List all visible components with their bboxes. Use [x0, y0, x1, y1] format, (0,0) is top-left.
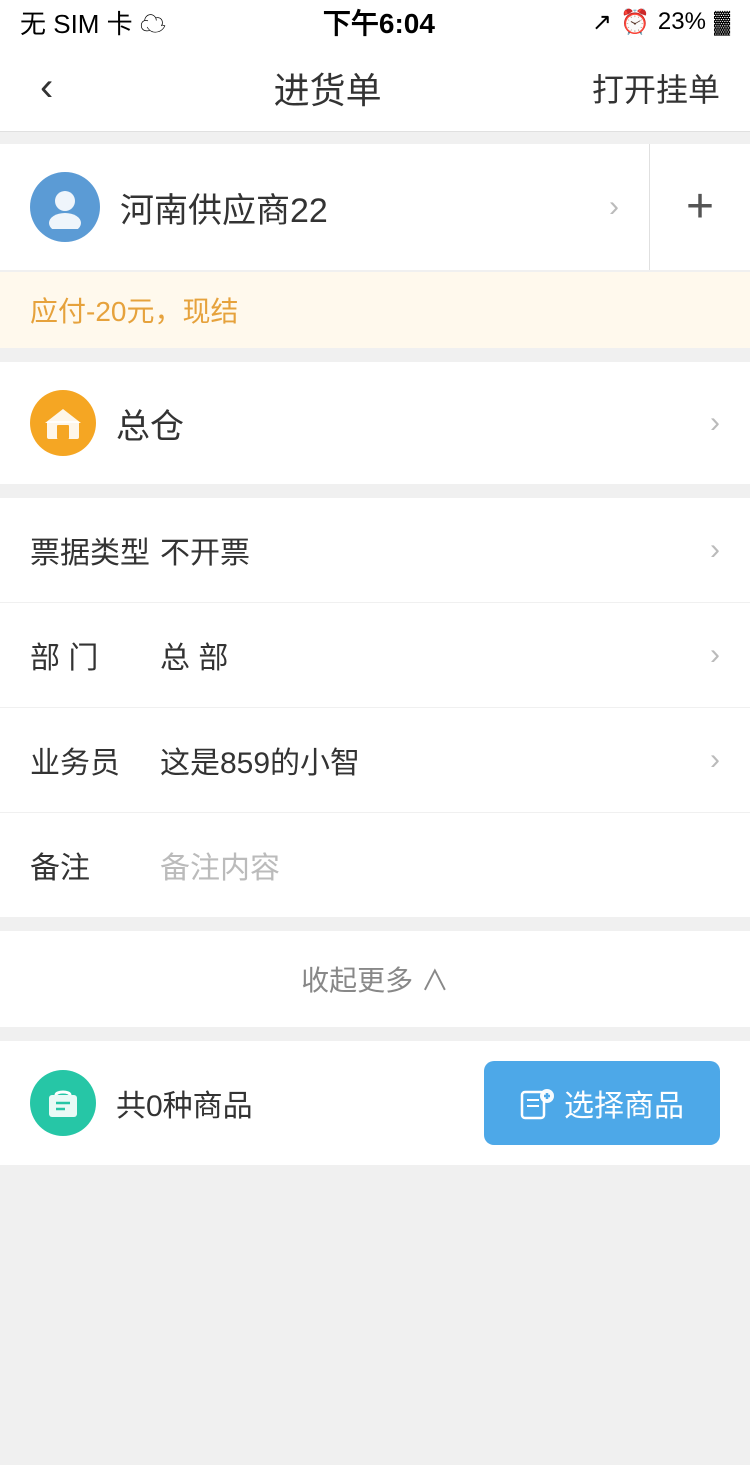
product-count-text: 共0种商品 [116, 1081, 464, 1125]
status-time: 下午6:04 [323, 2, 435, 42]
battery-text: 23% [658, 8, 706, 36]
bottom-bar: 共0种商品 选择商品 [0, 1041, 750, 1165]
battery-icon: ▓ [714, 9, 730, 35]
content-area: 河南供应商22 › + 应付-20元，现结 总仓 › 票据类型 不开票 › [0, 132, 750, 1465]
supplier-section: 河南供应商22 › + [0, 144, 750, 270]
supplier-avatar [30, 172, 100, 242]
select-product-button[interactable]: 选择商品 [484, 1061, 720, 1145]
department-value: 总 部 [150, 633, 700, 677]
form-section: 票据类型 不开票 › 部 门 总 部 › 业务员 这是859的小智 › 备注 备… [0, 498, 750, 917]
page-title: 进货单 [274, 62, 382, 114]
status-left: 无 SIM 卡 ☁ [20, 4, 166, 41]
status-bar: 无 SIM 卡 ☁ 下午6:04 ↗ ⏰ 23% ▓ [0, 0, 750, 44]
invoice-type-value: 不开票 [150, 528, 700, 572]
department-label: 部 门 [30, 633, 150, 677]
supplier-add-button[interactable]: + [650, 155, 750, 259]
location-icon: ↗ [592, 8, 612, 37]
gray-fill-area [0, 1165, 750, 1465]
add-icon: + [686, 183, 714, 231]
supplier-select[interactable]: 河南供应商22 › [0, 144, 650, 270]
remark-label: 备注 [30, 843, 150, 887]
warehouse-icon [30, 390, 96, 456]
product-icon [30, 1070, 96, 1136]
back-button[interactable]: ‹ [30, 55, 63, 120]
invoice-type-chevron-icon: › [710, 533, 720, 567]
select-product-label: 选择商品 [564, 1081, 684, 1125]
department-chevron-icon: › [710, 638, 720, 672]
no-sim-text: 无 SIM 卡 ☁ [20, 4, 166, 41]
warehouse-chevron-icon: › [710, 406, 720, 440]
collapse-more-button[interactable]: 收起更多 ∧ [0, 931, 750, 1027]
salesperson-chevron-icon: › [710, 743, 720, 777]
status-right: ↗ ⏰ 23% ▓ [592, 8, 730, 37]
warehouse-section[interactable]: 总仓 › [0, 362, 750, 484]
salesperson-row[interactable]: 业务员 这是859的小智 › [0, 708, 750, 813]
collapse-more-label: 收起更多 ∧ [301, 959, 449, 999]
nav-bar: ‹ 进货单 打开挂单 [0, 44, 750, 132]
notice-text: 应付-20元，现结 [30, 296, 238, 327]
warehouse-name: 总仓 [116, 399, 700, 448]
notice-banner: 应付-20元，现结 [0, 272, 750, 348]
invoice-type-row[interactable]: 票据类型 不开票 › [0, 498, 750, 603]
remark-row[interactable]: 备注 备注内容 [0, 813, 750, 917]
alarm-icon: ⏰ [620, 8, 650, 37]
supplier-chevron-icon: › [609, 190, 619, 224]
open-pending-button[interactable]: 打开挂单 [592, 65, 720, 111]
invoice-type-label: 票据类型 [30, 528, 150, 572]
salesperson-value: 这是859的小智 [150, 738, 700, 782]
supplier-name: 河南供应商22 [120, 183, 599, 232]
department-row[interactable]: 部 门 总 部 › [0, 603, 750, 708]
remark-input[interactable]: 备注内容 [150, 843, 720, 887]
salesperson-label: 业务员 [30, 738, 150, 782]
